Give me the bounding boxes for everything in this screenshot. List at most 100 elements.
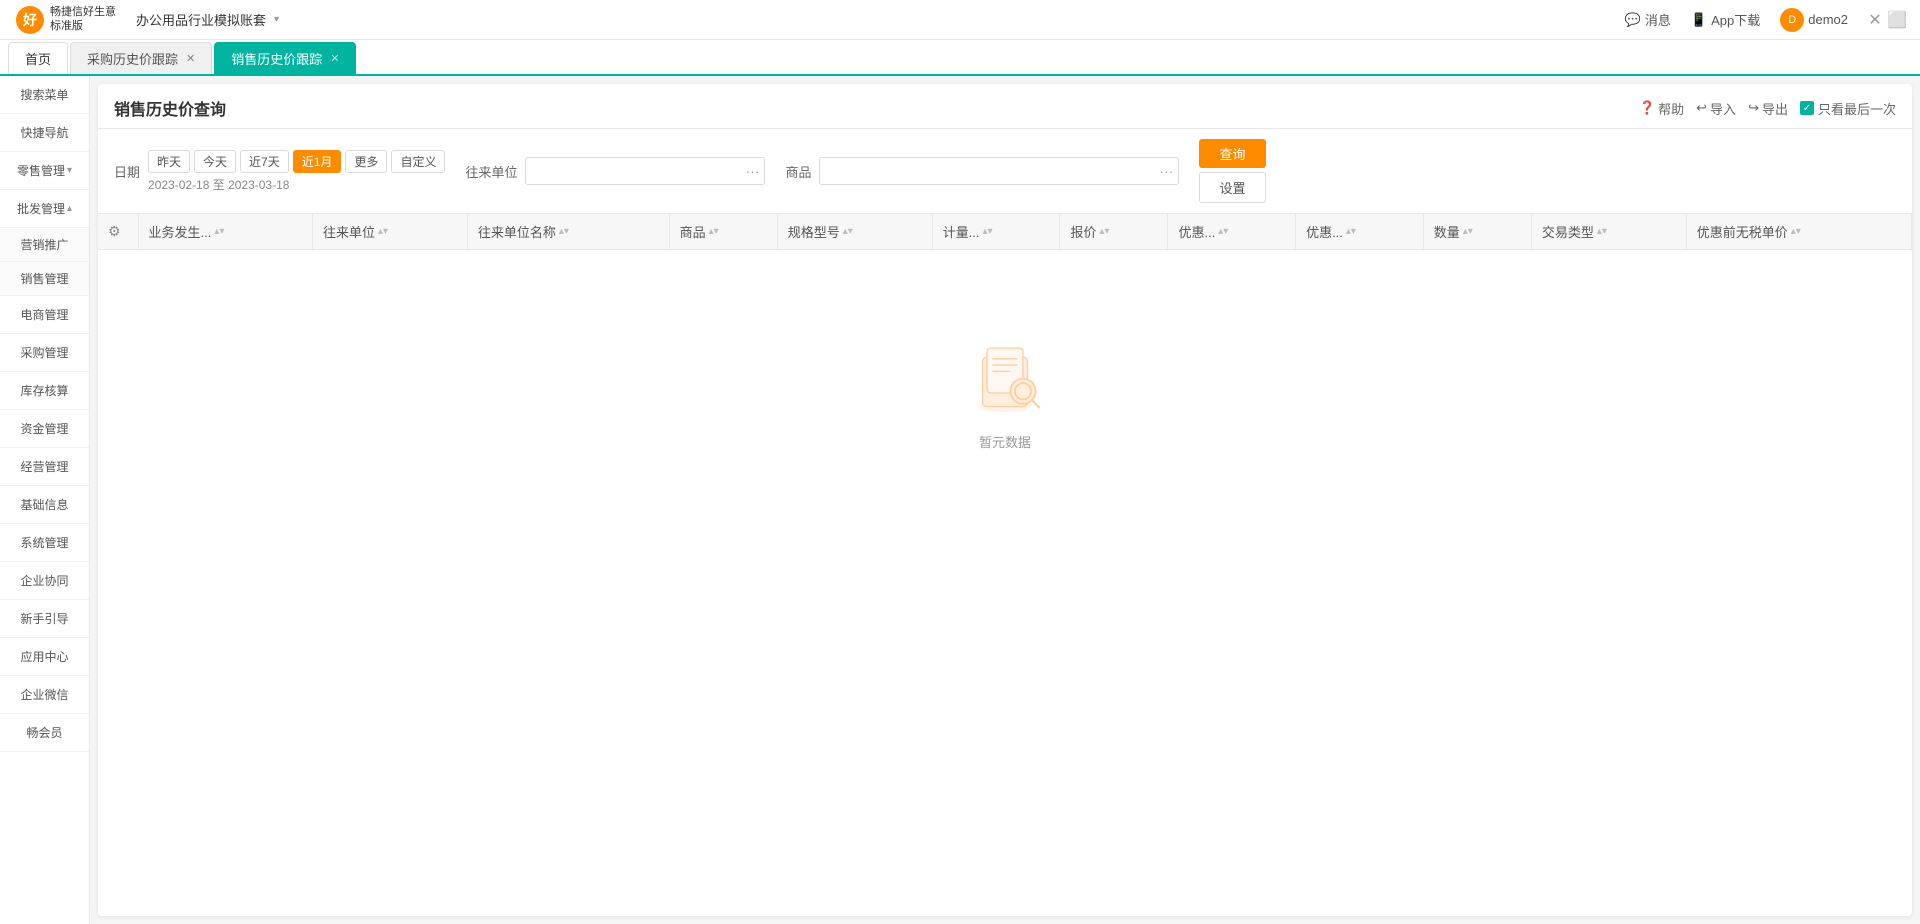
sidebar-item-app-center[interactable]: 应用中心 — [0, 638, 89, 676]
tab-sales-history[interactable]: 销售历史价跟踪 ✕ — [214, 42, 356, 74]
sidebar-label-search-menu: 搜索菜单 — [20, 86, 68, 103]
page-actions: ❓ 帮助 ↩ 导入 ↪ 导出 ✓ 只看最后一次 — [1639, 99, 1896, 118]
sidebar-item-inventory[interactable]: 库存核算 — [0, 372, 89, 410]
help-button[interactable]: ❓ 帮助 — [1639, 99, 1684, 118]
sort-unit-icon: ▴▾ — [983, 227, 993, 237]
message-button[interactable]: 💬 消息 — [1625, 10, 1671, 29]
sidebar-item-system[interactable]: 系统管理 — [0, 524, 89, 562]
last-only-checkbox[interactable]: ✓ — [1800, 101, 1814, 115]
sidebar-item-retail[interactable]: 零售管理 ▾ — [0, 152, 89, 190]
th-spec[interactable]: 规格型号 ▴▾ — [777, 214, 932, 250]
sidebar-label-enterprise: 企业协同 — [20, 572, 68, 589]
partner-input-dots-icon[interactable]: ··· — [745, 163, 759, 179]
app-title: 办公用品行业模拟账套 — [136, 10, 266, 29]
retail-expand-icon: ▾ — [67, 165, 72, 176]
product-filter: 商品 ··· — [785, 157, 1179, 185]
query-button[interactable]: 查询 — [1199, 139, 1265, 168]
window-controls: ✕ ⬜ — [1868, 13, 1904, 27]
user-profile[interactable]: D demo2 — [1780, 8, 1848, 32]
sidebar-item-wholesale[interactable]: 批发管理 ▴ — [0, 190, 89, 228]
date-btn-custom[interactable]: 自定义 — [391, 150, 445, 173]
sidebar-item-enterprise[interactable]: 企业协同 — [0, 562, 89, 600]
th-product[interactable]: 商品 ▴▾ — [669, 214, 777, 250]
sidebar-label-operations: 经营管理 — [20, 458, 68, 475]
logo-icon: 好 — [16, 6, 44, 34]
sort-discount1-icon: ▴▾ — [1218, 227, 1228, 237]
product-input[interactable] — [819, 157, 1179, 185]
maximize-window-button[interactable]: ⬜ — [1890, 13, 1904, 27]
top-bar-right: 💬 消息 📱 App下载 D demo2 ✕ ⬜ — [1625, 8, 1904, 32]
date-btn-today[interactable]: 今天 — [194, 150, 236, 173]
page-content: 销售历史价查询 ❓ 帮助 ↩ 导入 ↪ 导出 ✓ — [98, 84, 1912, 916]
th-biz-date[interactable]: 业务发生... ▴▾ — [138, 214, 312, 250]
import-button[interactable]: ↩ 导入 — [1696, 99, 1736, 118]
th-partner-name[interactable]: 往来单位名称 ▴▾ — [467, 214, 669, 250]
sidebar-item-member[interactable]: 畅会员 — [0, 714, 89, 752]
sidebar-item-ecommerce[interactable]: 电商管理 — [0, 296, 89, 334]
tab-purchase-history-label: 采购历史价跟踪 — [87, 49, 178, 68]
settings-button[interactable]: 设置 — [1199, 172, 1265, 203]
phone-icon: 📱 — [1691, 12, 1707, 28]
top-bar-left: 好 畅捷信好生意 标准版 办公用品行业模拟账套 ▾ — [16, 6, 279, 34]
th-partner-code[interactable]: 往来单位 ▴▾ — [312, 214, 467, 250]
close-window-button[interactable]: ✕ — [1868, 13, 1882, 27]
sidebar-item-operations[interactable]: 经营管理 — [0, 448, 89, 486]
partner-input[interactable] — [525, 157, 765, 185]
sidebar-item-basics[interactable]: 基础信息 — [0, 486, 89, 524]
sidebar-item-search-menu[interactable]: 搜索菜单 — [0, 76, 89, 114]
last-only-toggle[interactable]: ✓ 只看最后一次 — [1800, 99, 1896, 118]
date-btn-more[interactable]: 更多 — [345, 150, 387, 173]
th-gear[interactable]: ⚙ — [98, 214, 138, 250]
sidebar-label-finance: 资金管理 — [20, 420, 68, 437]
action-buttons: 查询 设置 — [1199, 139, 1265, 203]
sidebar-item-purchase[interactable]: 采购管理 — [0, 334, 89, 372]
tab-purchase-history-close-icon[interactable]: ✕ — [186, 52, 195, 65]
date-btn-1month[interactable]: 近1月 — [293, 150, 342, 173]
th-pretax-price[interactable]: 优惠前无税单价 ▴▾ — [1686, 214, 1911, 250]
th-discount2[interactable]: 优惠... ▴▾ — [1296, 214, 1424, 250]
sidebar-item-quick-nav[interactable]: 快捷导航 — [0, 114, 89, 152]
filter-area: 日期 昨天 今天 近7天 近1月 更多 自定义 2023-02-18 至 202… — [98, 129, 1912, 214]
product-input-dots-icon[interactable]: ··· — [1159, 163, 1173, 179]
table-area: ⚙ 业务发生... ▴▾ 往来单位 — [98, 214, 1912, 916]
product-label: 商品 — [785, 162, 811, 181]
sidebar-label-inventory: 库存核算 — [20, 382, 68, 399]
sidebar-item-marketing[interactable]: 营销推广 — [0, 228, 89, 262]
sidebar-label-retail: 零售管理 — [17, 162, 65, 179]
th-discount1[interactable]: 优惠... ▴▾ — [1168, 214, 1296, 250]
sidebar-sub-wholesale: 营销推广 销售管理 — [0, 228, 89, 296]
export-button[interactable]: ↪ 导出 — [1748, 99, 1788, 118]
tab-sales-history-close-icon[interactable]: ✕ — [330, 52, 339, 65]
sidebar-item-wechat[interactable]: 企业微信 — [0, 676, 89, 714]
th-quoted-price[interactable]: 报价 ▴▾ — [1060, 214, 1168, 250]
sidebar-label-wechat: 企业微信 — [20, 686, 68, 703]
sidebar-item-sales-mgmt[interactable]: 销售管理 — [0, 262, 89, 296]
date-btn-yesterday[interactable]: 昨天 — [148, 150, 190, 173]
sort-partner-code-icon: ▴▾ — [378, 227, 388, 237]
sidebar-label-member: 畅会员 — [26, 724, 62, 741]
sidebar: 搜索菜单 快捷导航 零售管理 ▾ 批发管理 ▴ 营销推广 销售管理 电商管理 采… — [0, 76, 90, 924]
th-quantity[interactable]: 数量 ▴▾ — [1423, 214, 1531, 250]
th-unit[interactable]: 计量... ▴▾ — [932, 214, 1060, 250]
table-header-row: ⚙ 业务发生... ▴▾ 往来单位 — [98, 214, 1912, 250]
column-settings-icon[interactable]: ⚙ — [108, 223, 121, 239]
sidebar-label-wholesale: 批发管理 — [17, 200, 65, 217]
tab-home[interactable]: 首页 — [8, 42, 68, 74]
sort-product-icon: ▴▾ — [709, 227, 719, 237]
empty-state: 暂元数据 — [98, 250, 1912, 531]
message-icon: 💬 — [1625, 12, 1641, 28]
app-download-button[interactable]: 📱 App下载 — [1691, 10, 1760, 29]
partner-label: 往来单位 — [465, 162, 517, 181]
date-btn-7days[interactable]: 近7天 — [240, 150, 289, 173]
sidebar-label-quick-nav: 快捷导航 — [20, 124, 68, 141]
app-title-dropdown-icon[interactable]: ▾ — [274, 14, 279, 25]
page-header: 销售历史价查询 ❓ 帮助 ↩ 导入 ↪ 导出 ✓ — [98, 84, 1912, 129]
sidebar-item-finance[interactable]: 资金管理 — [0, 410, 89, 448]
sort-quantity-icon: ▴▾ — [1463, 227, 1473, 237]
sidebar-item-guide[interactable]: 新手引导 — [0, 600, 89, 638]
th-trade-type[interactable]: 交易类型 ▴▾ — [1531, 214, 1686, 250]
tab-purchase-history[interactable]: 采购历史价跟踪 ✕ — [70, 42, 212, 74]
sort-quoted-price-icon: ▴▾ — [1099, 227, 1109, 237]
wholesale-expand-icon: ▴ — [67, 203, 72, 214]
top-bar: 好 畅捷信好生意 标准版 办公用品行业模拟账套 ▾ 💬 消息 📱 App下载 D… — [0, 0, 1920, 40]
